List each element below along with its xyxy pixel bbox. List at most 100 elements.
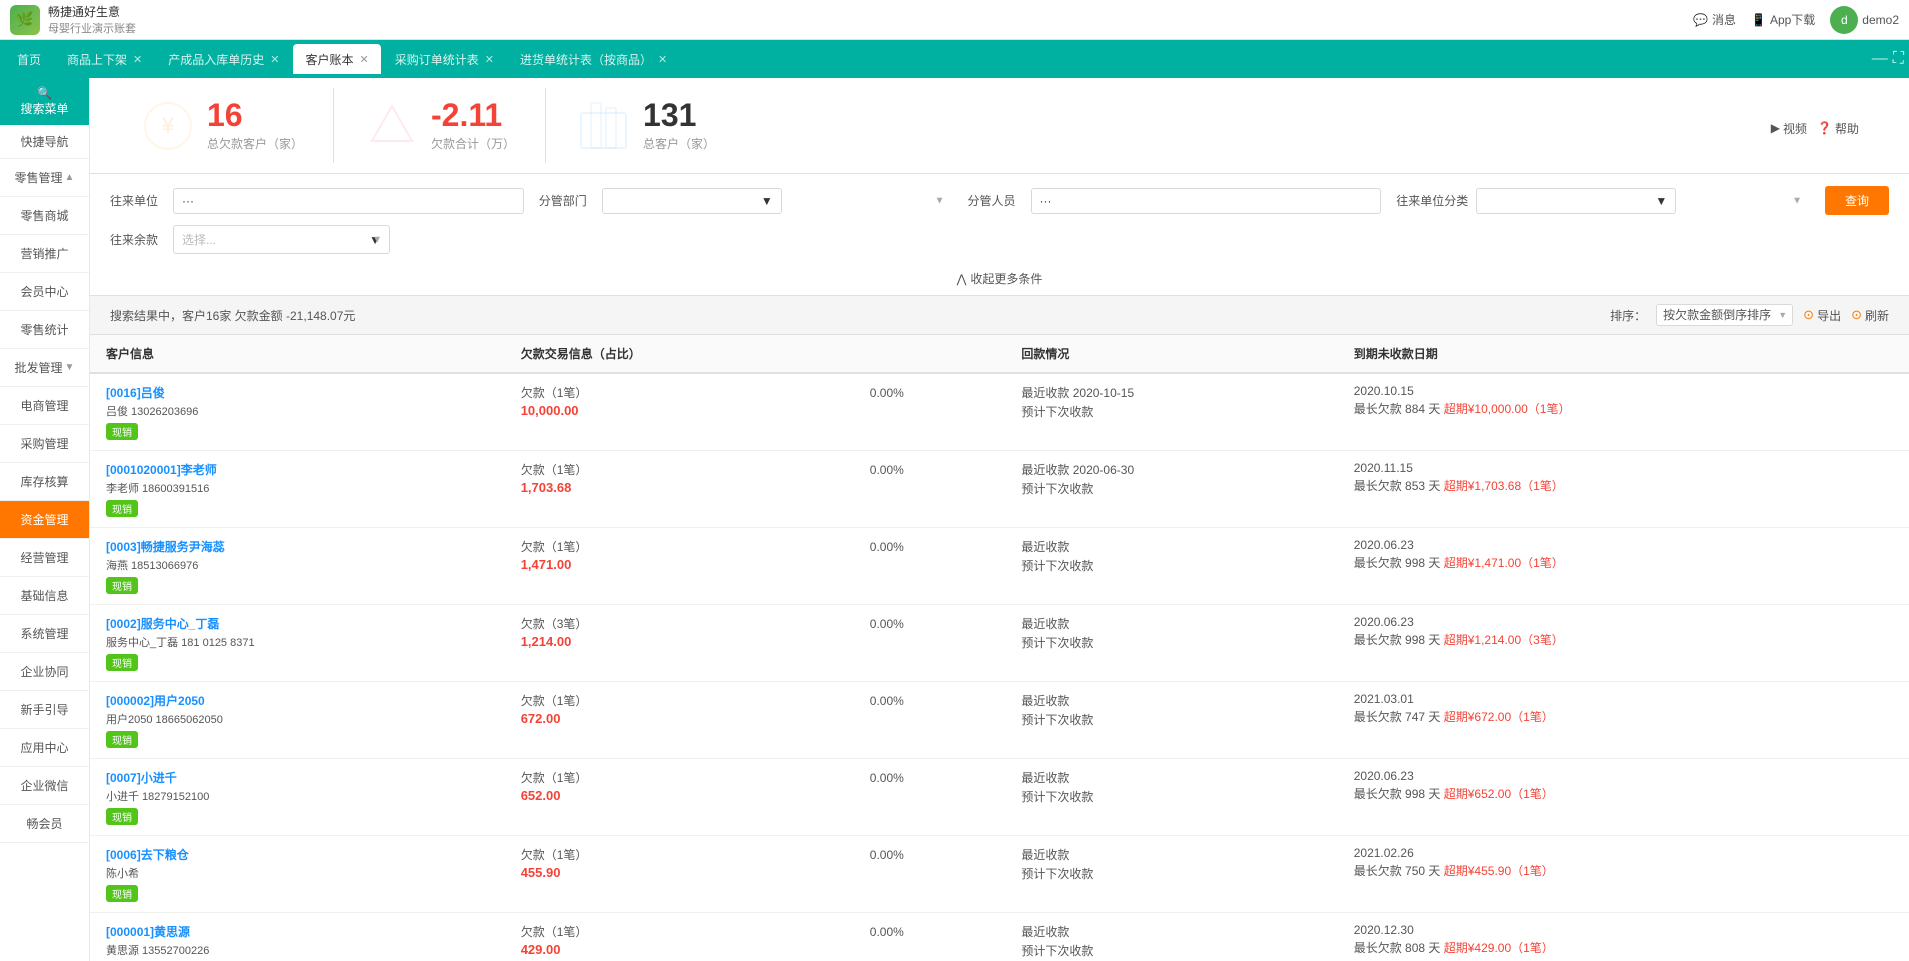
tab-customer-account[interactable]: 客户账本 ✕ [293, 44, 380, 74]
sidebar-search-label: 搜索菜单 [6, 100, 83, 117]
nav-close-all[interactable]: — ⛶ [1872, 50, 1904, 68]
close-icon[interactable]: ✕ [360, 53, 369, 66]
sidebar-item-operations[interactable]: 经营管理 [0, 539, 89, 577]
sidebar-item-finance[interactable]: 资金管理 [0, 501, 89, 539]
sidebar-item-ecommerce-label: 电商管理 [20, 397, 68, 414]
repay-next-7: 预计下次收款 [1021, 942, 1321, 959]
sidebar-item-enterprise-label: 企业协同 [20, 663, 68, 680]
cell-due-date-2: 2020.06.23 最长欠款 998 天 超期¥1,471.00（1笔） [1338, 528, 1909, 605]
repay-date-3: 最近收款 [1021, 615, 1321, 632]
customer-tag-6: 现销 [106, 885, 138, 902]
tab-product-shelf-label: 商品上下架 [67, 51, 127, 68]
chevron-down-icon: ▼ [761, 194, 773, 208]
chevron-down-icon: ▲ [65, 172, 75, 183]
expand-icon[interactable]: ⛶ [1893, 50, 1904, 68]
tab-customer-account-label: 客户账本 [305, 51, 353, 68]
refresh-btn[interactable]: ⊙ 刷新 [1851, 307, 1889, 324]
customer-name-3[interactable]: [0002]服务中心_丁磊 [106, 615, 489, 632]
stat-label-total: 总客户（家） [643, 135, 715, 152]
help-btn[interactable]: ❓ 帮助 [1817, 120, 1859, 137]
sidebar-item-app-center[interactable]: 应用中心 [0, 729, 89, 767]
filter-collapse-btn[interactable]: ⋀ 收起更多条件 [110, 264, 1889, 295]
cell-debt-ratio-3: 0.00% [854, 605, 1006, 682]
overdue-amount-2[interactable]: 超期¥1,471.00（1笔） [1444, 556, 1564, 570]
overdue-days-7: 最长欠款 808 天 超期¥429.00（1笔） [1354, 939, 1893, 956]
sidebar-item-marketing[interactable]: 营销推广 [0, 235, 89, 273]
close-icon[interactable]: ✕ [658, 53, 667, 66]
search-button[interactable]: 查询 [1825, 186, 1889, 215]
customer-name-4[interactable]: [000002]用户2050 [106, 692, 489, 709]
sort-select[interactable]: 按欠款金额倒序排序 [1656, 304, 1793, 326]
sidebar-item-enterprise[interactable]: 企业协同 [0, 653, 89, 691]
debt-count-6: 欠款（1笔） [521, 846, 838, 863]
debt-amount-7: 429.00 [521, 942, 838, 957]
overdue-amount-4[interactable]: 超期¥672.00（1笔） [1444, 710, 1554, 724]
sidebar-quick-label: 快捷导航 [6, 133, 83, 150]
customer-name-1[interactable]: [0001020001]李老师 [106, 461, 489, 478]
sidebar-item-retail-mall[interactable]: 零售商城 [0, 197, 89, 235]
customer-name-7[interactable]: [000001]黄思源 [106, 923, 489, 940]
message-btn[interactable]: 💬 消息 [1693, 11, 1736, 28]
due-date-3: 2020.06.23 [1354, 615, 1893, 629]
overdue-amount-3[interactable]: 超期¥1,214.00（3笔） [1444, 633, 1564, 647]
sidebar-item-guide[interactable]: 新手引导 [0, 691, 89, 729]
sidebar-item-retail-mgmt[interactable]: 零售管理 ▲ [0, 159, 89, 197]
close-icon[interactable]: ✕ [133, 53, 142, 66]
refresh-label: 刷新 [1865, 307, 1889, 324]
sidebar-item-inventory[interactable]: 库存核算 [0, 463, 89, 501]
filter-select-dept[interactable]: ▼ [602, 188, 782, 214]
debt-amount-5: 652.00 [521, 788, 838, 803]
sidebar-item-operations-label: 经营管理 [20, 549, 68, 566]
filter-label-category: 往来单位分类 [1396, 192, 1468, 209]
export-btn[interactable]: ⊙ 导出 [1803, 307, 1841, 324]
video-btn[interactable]: ▶ 视频 [1771, 120, 1807, 137]
close-icon[interactable]: ✕ [485, 53, 494, 66]
cell-customer-info-5: [0007]小进千 小进千 18279152100 现销 [90, 759, 505, 836]
cell-repayment-3: 最近收款 预计下次收款 [1005, 605, 1337, 682]
overdue-amount-1[interactable]: 超期¥1,703.68（1笔） [1444, 479, 1564, 493]
customer-phone-0: 吕俊 13026203696 [106, 403, 489, 419]
sidebar-item-purchase[interactable]: 采购管理 [0, 425, 89, 463]
sidebar-item-wechat[interactable]: 企业微信 [0, 767, 89, 805]
sidebar-item-basic-info[interactable]: 基础信息 [0, 577, 89, 615]
sidebar-item-retail-stats[interactable]: 零售统计 [0, 311, 89, 349]
customer-tag-4: 现销 [106, 731, 138, 748]
tab-purchase-stats[interactable]: 采购订单统计表 ✕ [383, 44, 506, 74]
customer-name-5[interactable]: [0007]小进千 [106, 769, 489, 786]
sidebar-item-ecommerce[interactable]: 电商管理 [0, 387, 89, 425]
cell-customer-info-1: [0001020001]李老师 李老师 18600391516 现销 [90, 451, 505, 528]
sidebar-search[interactable]: 🔍 搜索菜单 [0, 78, 89, 125]
close-icon[interactable]: ✕ [270, 53, 279, 66]
repay-next-2: 预计下次收款 [1021, 557, 1321, 574]
overdue-amount-0[interactable]: 超期¥10,000.00（1笔） [1444, 402, 1571, 416]
filter-input-person[interactable]: ··· [1031, 188, 1382, 214]
sidebar-item-vip[interactable]: 畅会员 [0, 805, 89, 843]
filter-input-unit[interactable]: ··· [173, 188, 524, 214]
user-menu[interactable]: d demo2 [1830, 6, 1899, 34]
stat-content-customers: 16 总欠款客户（家） [207, 99, 303, 152]
filter-select-balance[interactable]: 选择... ▼ [173, 225, 390, 254]
app-icon: 📱 [1751, 13, 1766, 27]
sidebar-quick-nav[interactable]: 快捷导航 [0, 125, 89, 159]
customer-name-2[interactable]: [0003]畅捷服务尹海蕊 [106, 538, 489, 555]
tab-product-shelf[interactable]: 商品上下架 ✕ [55, 44, 154, 74]
sidebar-item-member[interactable]: 会员中心 [0, 273, 89, 311]
tab-stock-history[interactable]: 产成品入库单历史 ✕ [156, 44, 291, 74]
sidebar-item-wechat-label: 企业微信 [20, 777, 68, 794]
cell-customer-info-2: [0003]畅捷服务尹海蕊 海燕 18513066976 现销 [90, 528, 505, 605]
customer-name-0[interactable]: [0016]吕俊 [106, 384, 489, 401]
customer-name-6[interactable]: [0006]去下粮仓 [106, 846, 489, 863]
debt-ratio-5: 0.00% [870, 771, 990, 785]
overdue-amount-6[interactable]: 超期¥455.90（1笔） [1444, 864, 1554, 878]
minimize-icon[interactable]: — [1872, 50, 1888, 68]
overdue-amount-5[interactable]: 超期¥652.00（1笔） [1444, 787, 1554, 801]
cell-repayment-2: 最近收款 预计下次收款 [1005, 528, 1337, 605]
app-download-btn[interactable]: 📱 App下载 [1751, 11, 1815, 28]
overdue-amount-7[interactable]: 超期¥429.00（1笔） [1444, 941, 1554, 955]
table-row: [0006]去下粮仓 陈小希 现销 欠款（1笔） 455.90 0.00% 最近… [90, 836, 1909, 913]
sidebar-item-wholesale[interactable]: 批发管理 ▼ [0, 349, 89, 387]
tab-incoming-stats[interactable]: 进货单统计表（按商品） ✕ [508, 44, 679, 74]
tab-home[interactable]: 首页 [5, 44, 53, 74]
filter-select-category[interactable]: ▼ [1476, 188, 1676, 214]
sidebar-item-system[interactable]: 系统管理 [0, 615, 89, 653]
